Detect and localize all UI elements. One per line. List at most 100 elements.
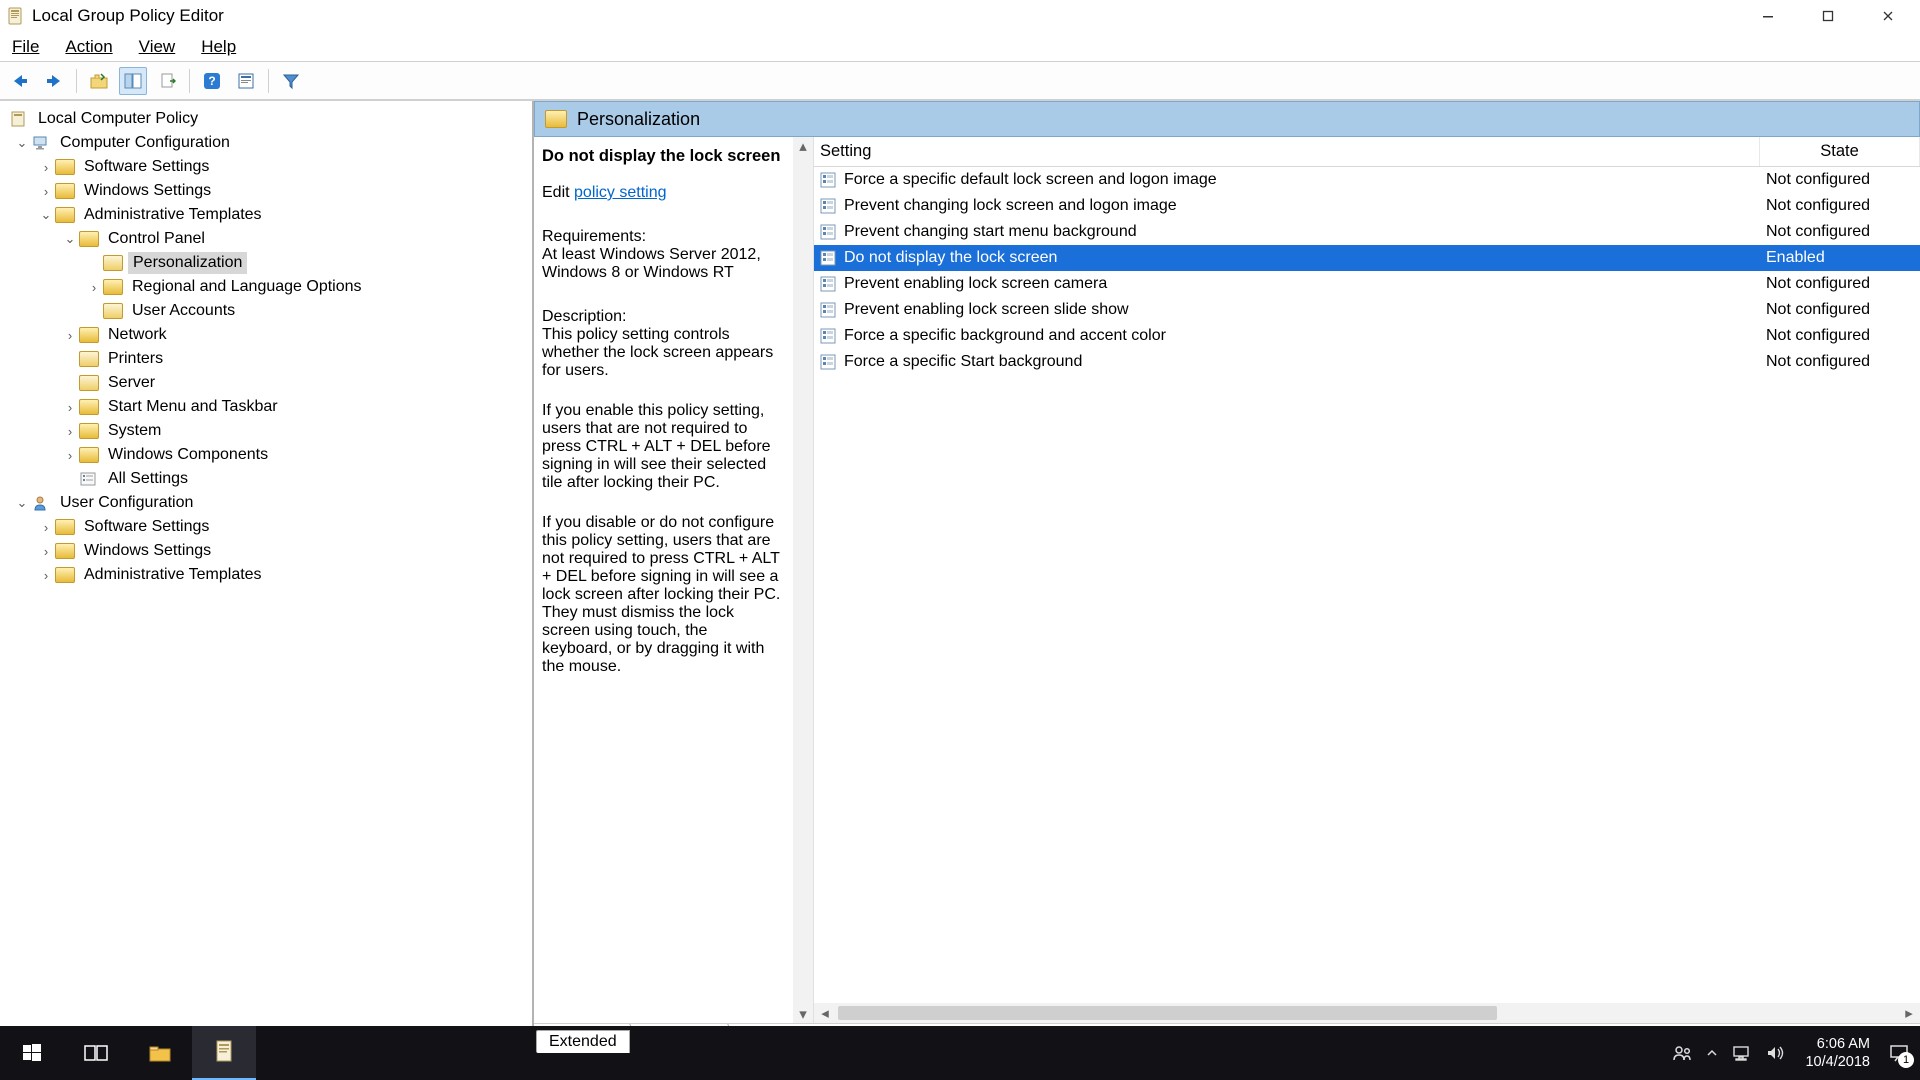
policy-item-icon: [818, 300, 838, 320]
expand-icon[interactable]: ›: [38, 160, 54, 175]
expand-icon[interactable]: ›: [62, 328, 78, 343]
tree-cc-printers[interactable]: Printers: [4, 347, 528, 371]
menu-action[interactable]: Action: [57, 35, 120, 59]
export-list-button[interactable]: [153, 67, 181, 95]
action-center-icon[interactable]: 1: [1888, 1042, 1910, 1064]
taskbar-file-explorer[interactable]: [128, 1026, 192, 1080]
maximize-button[interactable]: [1798, 1, 1858, 31]
setting-row[interactable]: Prevent changing start menu backgroundNo…: [814, 219, 1920, 245]
expand-icon[interactable]: ›: [38, 544, 54, 559]
horizontal-scrollbar[interactable]: ◂ ▸: [814, 1003, 1920, 1023]
menubar: File Action View Help: [0, 32, 1920, 62]
nav-back-button[interactable]: [6, 67, 34, 95]
task-view-button[interactable]: [64, 1026, 128, 1080]
collapse-icon[interactable]: ⌄: [14, 135, 30, 151]
properties-button[interactable]: [232, 67, 260, 95]
setting-row[interactable]: Prevent enabling lock screen slide showN…: [814, 297, 1920, 323]
toolbar: ?: [0, 62, 1920, 100]
expand-icon[interactable]: ›: [38, 184, 54, 199]
setting-label: Force a specific background and accent c…: [844, 327, 1760, 345]
help-button[interactable]: ?: [198, 67, 226, 95]
tree-uc-admin-templates[interactable]: › Administrative Templates: [4, 563, 528, 587]
up-level-button[interactable]: [85, 67, 113, 95]
setting-row[interactable]: Force a specific default lock screen and…: [814, 167, 1920, 193]
setting-row[interactable]: Do not display the lock screenEnabled: [814, 245, 1920, 271]
filter-button[interactable]: [277, 67, 305, 95]
taskbar-clock[interactable]: 6:06 AM 10/4/2018: [1799, 1035, 1876, 1071]
menu-file[interactable]: File: [4, 35, 47, 59]
scroll-left-icon[interactable]: ◂: [818, 1004, 832, 1022]
setting-state: Not configured: [1760, 327, 1920, 345]
minimize-button[interactable]: [1738, 1, 1798, 31]
collapse-icon[interactable]: ⌄: [38, 207, 54, 223]
folder-icon: [78, 350, 100, 368]
expand-icon[interactable]: ›: [38, 568, 54, 583]
detail-scrollbar[interactable]: ▴ ▾: [793, 137, 813, 1023]
tree-cc-control-panel[interactable]: ⌄ Control Panel: [4, 227, 528, 251]
menu-help[interactable]: Help: [193, 35, 244, 59]
tree-cc-admin-templates[interactable]: ⌄ Administrative Templates: [4, 203, 528, 227]
tree-cc-wincomp[interactable]: › Windows Components: [4, 443, 528, 467]
expand-icon[interactable]: ›: [38, 520, 54, 535]
scroll-down-icon[interactable]: ▾: [795, 1005, 811, 1023]
tree-uc-windows-settings[interactable]: › Windows Settings: [4, 539, 528, 563]
taskbar-gpedit[interactable]: [192, 1026, 256, 1080]
tree-cc-windows-settings[interactable]: › Windows Settings: [4, 179, 528, 203]
settings-list[interactable]: Force a specific default lock screen and…: [814, 167, 1920, 1003]
menu-view[interactable]: View: [131, 35, 184, 59]
network-icon[interactable]: [1731, 1044, 1753, 1062]
expand-icon[interactable]: ›: [86, 280, 102, 295]
start-button[interactable]: [0, 1026, 64, 1080]
tree-cc-personalization[interactable]: Personalization: [4, 251, 528, 275]
volume-icon[interactable]: [1765, 1044, 1787, 1062]
folder-icon: [54, 542, 76, 560]
tree-root[interactable]: Local Computer Policy: [4, 107, 528, 131]
tab-extended[interactable]: Extended: [536, 1030, 630, 1053]
user-icon: [30, 494, 52, 512]
setting-state: Not configured: [1760, 171, 1920, 189]
setting-state: Not configured: [1760, 353, 1920, 371]
tray-chevron-up-icon[interactable]: [1705, 1046, 1719, 1060]
setting-row[interactable]: Prevent changing lock screen and logon i…: [814, 193, 1920, 219]
tree-cc-system[interactable]: › System: [4, 419, 528, 443]
description-body-2: If you enable this policy setting, users…: [542, 402, 781, 492]
requirements-body: At least Windows Server 2012, Windows 8 …: [542, 246, 781, 282]
tree-cc-software-settings[interactable]: › Software Settings: [4, 155, 528, 179]
tree-pane[interactable]: Local Computer Policy ⌄ Computer Configu…: [0, 101, 534, 1053]
expand-icon[interactable]: ›: [62, 424, 78, 439]
titlebar: Local Group Policy Editor: [0, 0, 1920, 32]
nav-forward-button[interactable]: [40, 67, 68, 95]
tree-computer-configuration[interactable]: ⌄ Computer Configuration: [4, 131, 528, 155]
tree-cc-user-accounts[interactable]: User Accounts: [4, 299, 528, 323]
tree-cc-server[interactable]: Server: [4, 371, 528, 395]
expand-icon[interactable]: ›: [62, 400, 78, 415]
setting-row[interactable]: Prevent enabling lock screen cameraNot c…: [814, 271, 1920, 297]
collapse-icon[interactable]: ⌄: [14, 495, 30, 511]
setting-row[interactable]: Force a specific Start backgroundNot con…: [814, 349, 1920, 375]
tree-cc-regional[interactable]: › Regional and Language Options: [4, 275, 528, 299]
column-state[interactable]: State: [1760, 137, 1920, 166]
policy-item-icon: [818, 352, 838, 372]
close-button[interactable]: [1858, 1, 1918, 31]
setting-row[interactable]: Force a specific background and accent c…: [814, 323, 1920, 349]
folder-icon: [78, 374, 100, 392]
collapse-icon[interactable]: ⌄: [62, 231, 78, 247]
scroll-right-icon[interactable]: ▸: [1902, 1004, 1916, 1022]
tree-cc-startmenu[interactable]: › Start Menu and Taskbar: [4, 395, 528, 419]
expand-icon[interactable]: ›: [62, 448, 78, 463]
policy-setting-link[interactable]: policy setting: [574, 184, 667, 201]
detail-title: Do not display the lock screen: [542, 147, 781, 166]
column-setting[interactable]: Setting: [814, 137, 1760, 166]
setting-label: Prevent changing start menu background: [844, 223, 1760, 241]
scroll-up-icon[interactable]: ▴: [795, 137, 811, 155]
tree-uc-software-settings[interactable]: › Software Settings: [4, 515, 528, 539]
people-icon[interactable]: [1671, 1042, 1693, 1064]
taskbar-date: 10/4/2018: [1805, 1053, 1870, 1071]
tree-cc-network[interactable]: › Network: [4, 323, 528, 347]
tree-user-configuration[interactable]: ⌄ User Configuration: [4, 491, 528, 515]
show-hide-tree-button[interactable]: [119, 67, 147, 95]
setting-label: Force a specific default lock screen and…: [844, 171, 1760, 189]
tree-cc-allsettings[interactable]: All Settings: [4, 467, 528, 491]
policy-item-icon: [818, 170, 838, 190]
scrollbar-thumb[interactable]: [838, 1006, 1497, 1020]
